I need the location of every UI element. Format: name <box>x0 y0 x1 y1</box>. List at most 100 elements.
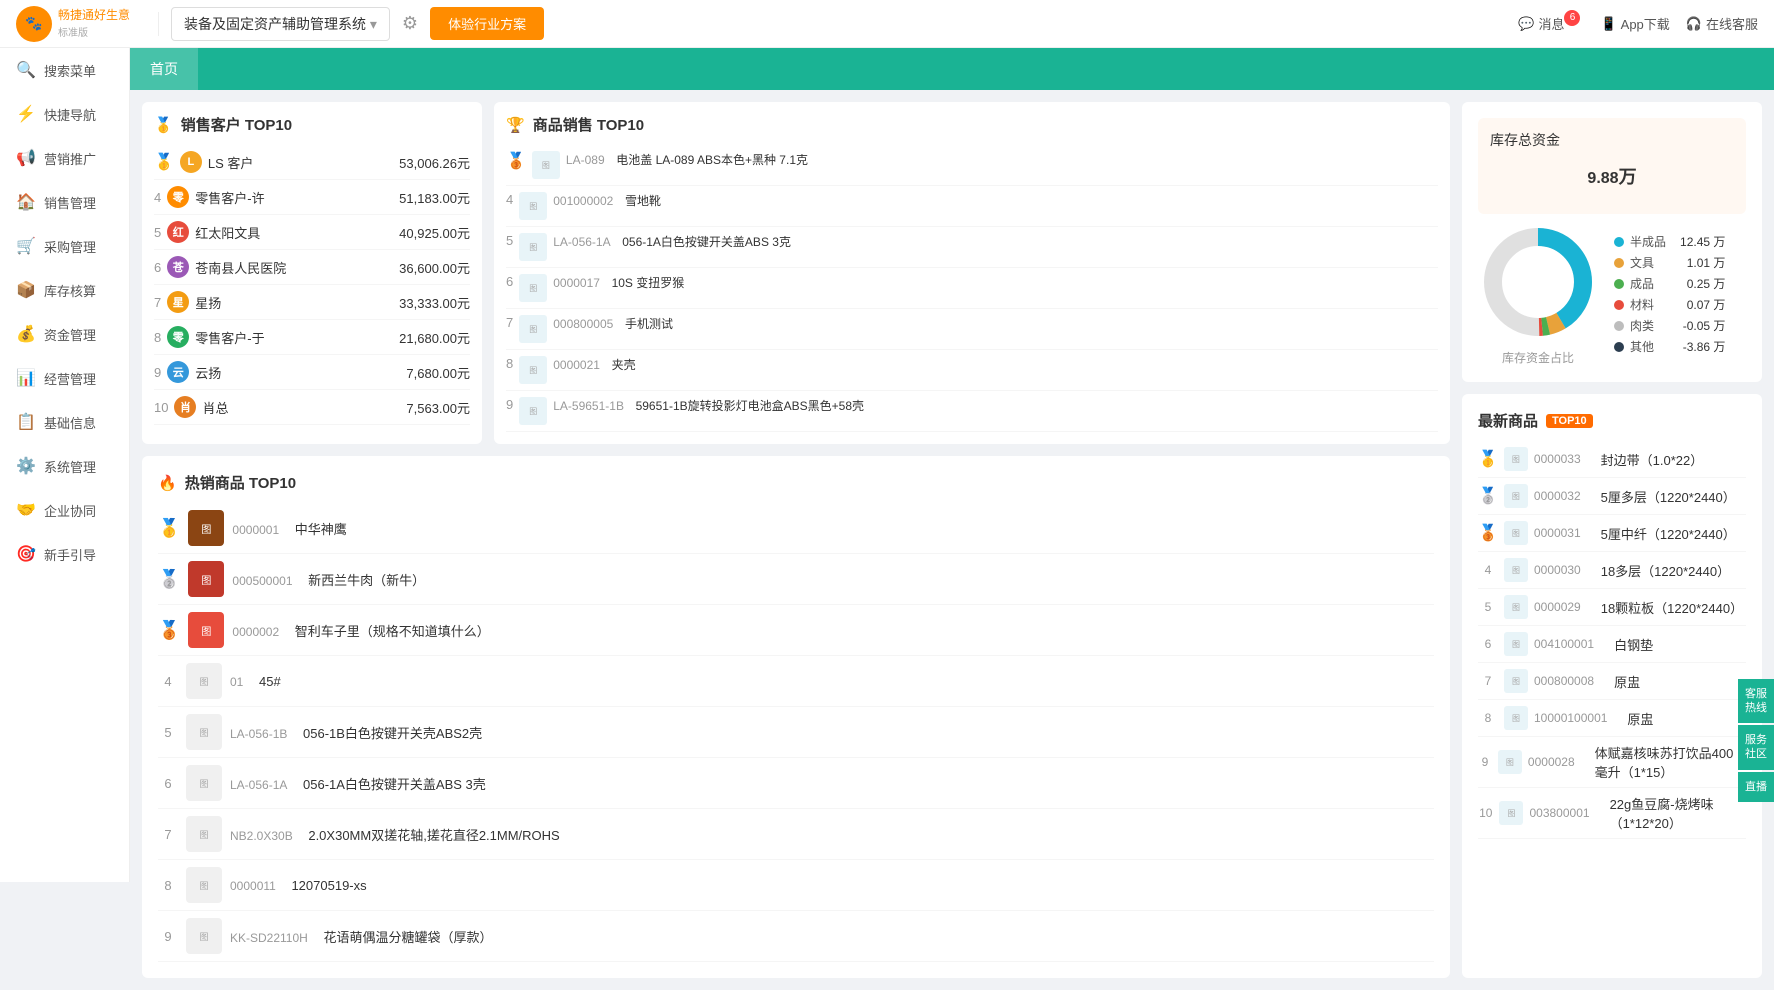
topbar-divider <box>158 12 159 36</box>
sidebar-item-finance[interactable]: 💰 资金管理 <box>0 312 129 356</box>
legend-label: 材料 <box>1630 296 1673 313</box>
product-sales-row[interactable]: 9 图 LA-59651-1B 59651-1B旋转投影灯电池盒ABS黑色+58… <box>506 391 1438 432</box>
new-product-row[interactable]: 8 图 10000100001 原盅 <box>1478 700 1746 737</box>
rank-icon: 7 <box>506 315 513 330</box>
nav-tabs: 首页 <box>0 48 1774 90</box>
new-product-row[interactable]: 10 图 003800001 22g鱼豆腐-烧烤味（1*12*20） <box>1478 788 1746 839</box>
flash-icon: ⚡ <box>16 104 36 124</box>
rank-number: 9 <box>506 397 513 412</box>
silver-medal-icon: 🥈 <box>1478 486 1498 506</box>
hot-product-name: 新西兰牛肉（新牛） <box>308 573 425 588</box>
hot-product-code: 0000001 <box>232 523 279 537</box>
main-content: 🥇 销售客户 TOP10 🥇 L LS 客户 53,006.26元 4 零 零售… <box>130 90 1774 990</box>
customer-list-row[interactable]: 9 云 云扬 7,680.00元 <box>154 355 470 390</box>
rank-icon: 6 <box>154 260 161 275</box>
customer-name: 零售客户-许 <box>195 188 399 207</box>
product-sales-row[interactable]: 7 图 000800005 手机测试 <box>506 309 1438 350</box>
product-name: 10S 变扭罗猴 <box>612 276 685 290</box>
customer-list-row[interactable]: 4 零 零售客户-许 51,183.00元 <box>154 180 470 215</box>
sidebar-item-marketing[interactable]: 📢 营销推广 <box>0 136 129 180</box>
hot-product-info: 01 45# <box>230 674 1434 689</box>
customer-list-row[interactable]: 6 苍 苍南县人民医院 36,600.00元 <box>154 250 470 285</box>
new-product-row[interactable]: 🥇 图 0000033 封边带（1.0*22） <box>1478 441 1746 478</box>
sidebar-item-enterprise[interactable]: 🤝 企业协同 <box>0 488 129 532</box>
online-service-button[interactable]: 🎧 在线客服 <box>1686 14 1758 33</box>
product-info: LA-59651-1B 59651-1B旋转投影灯电池盒ABS黑色+58壳 <box>553 397 1438 414</box>
customer-list-row[interactable]: 5 红 红太阳文具 40,925.00元 <box>154 215 470 250</box>
product-image-placeholder: 图 <box>519 397 547 425</box>
left-panel: 🥇 销售客户 TOP10 🥇 L LS 客户 53,006.26元 4 零 零售… <box>142 102 1450 978</box>
new-product-name: 原盅 <box>1614 672 1640 691</box>
new-product-name: 5厘中纤（1220*2440） <box>1601 524 1736 543</box>
new-product-code: 0000033 <box>1534 452 1581 466</box>
new-products-panel: 最新商品 TOP10 🥇 图 0000033 封边带（1.0*22） 🥈 图 0… <box>1462 394 1762 978</box>
hot-product-row[interactable]: 8 图 0000011 12070519-xs <box>158 860 1434 911</box>
rank-number: 6 <box>158 776 178 791</box>
chevron-down-icon: ▾ <box>370 16 377 32</box>
product-sales-row[interactable]: 4 图 001000002 雪地靴 <box>506 186 1438 227</box>
hot-product-row[interactable]: 6 图 LA-056-1A 056-1A白色按键开关盖ABS 3壳 <box>158 758 1434 809</box>
hot-product-row[interactable]: 🥉 图 0000002 智利车子里（规格不知道填什么） <box>158 605 1434 656</box>
sidebar-item-purchase[interactable]: 🛒 采购管理 <box>0 224 129 268</box>
product-code: LA-59651-1B <box>553 399 624 413</box>
sidebar-item-system[interactable]: ⚙️ 系统管理 <box>0 444 129 488</box>
tab-home[interactable]: 首页 <box>130 48 198 90</box>
bronze-trophy-icon: 🥉 <box>506 153 526 170</box>
donut-container: 库存资金占比 半成品 12.45 万 文具 1.01 万 成品 0.25 万 材… <box>1478 222 1746 366</box>
sidebar-item-quick-nav[interactable]: ⚡ 快捷导航 <box>0 92 129 136</box>
hot-product-row[interactable]: 🥈 图 000500001 新西兰牛肉（新牛） <box>158 554 1434 605</box>
new-product-row[interactable]: 🥉 图 0000031 5厘中纤（1220*2440） <box>1478 515 1746 552</box>
customer-amount: 36,600.00元 <box>399 258 470 277</box>
phone-icon: 📱 <box>1600 16 1616 32</box>
logo: 🐾 畅捷通好生意 标准版 <box>16 6 146 42</box>
hot-product-row[interactable]: 4 图 01 45# <box>158 656 1434 707</box>
sidebar-item-sales[interactable]: 🏠 销售管理 <box>0 180 129 224</box>
customer-amount: 21,680.00元 <box>399 328 470 347</box>
gear-icon[interactable]: ⚙ <box>402 13 418 34</box>
new-product-row[interactable]: 5 图 0000029 18颗粒板（1220*2440） <box>1478 589 1746 626</box>
customer-list-row[interactable]: 10 肖 肖总 7,563.00元 <box>154 390 470 425</box>
hot-product-row[interactable]: 🥇 图 0000001 中华神鹰 <box>158 503 1434 554</box>
customer-name: 零售客户-于 <box>195 328 399 347</box>
cs-hotline-button[interactable]: 客服热线 <box>1738 679 1774 724</box>
product-sales-row[interactable]: 5 图 LA-056-1A 056-1A白色按键开关盖ABS 3克 <box>506 227 1438 268</box>
hot-product-image-placeholder: 图 <box>186 714 222 750</box>
customer-list-row[interactable]: 🥇 L LS 客户 53,006.26元 <box>154 145 470 180</box>
cs-community-button[interactable]: 服务社区 <box>1738 725 1774 770</box>
hot-product-info: 000500001 新西兰牛肉（新牛） <box>232 570 1434 589</box>
hot-product-row[interactable]: 9 图 KK-SD22110H 花语萌偶温分糖罐袋（厚款） <box>158 911 1434 962</box>
trial-button[interactable]: 体验行业方案 <box>430 7 544 40</box>
product-code: 0000017 <box>553 276 600 290</box>
hot-product-row[interactable]: 5 图 LA-056-1B 056-1B白色按键开关壳ABS2壳 <box>158 707 1434 758</box>
hot-product-image: 图 <box>188 612 224 648</box>
sidebar-item-inventory[interactable]: 📦 库存核算 <box>0 268 129 312</box>
new-product-row[interactable]: 4 图 0000030 18多层（1220*2440） <box>1478 552 1746 589</box>
cs-direct-button[interactable]: 直播 <box>1738 772 1774 802</box>
sidebar-item-operations[interactable]: 📊 经营管理 <box>0 356 129 400</box>
customer-list: 🥇 L LS 客户 53,006.26元 4 零 零售客户-许 51,183.0… <box>154 145 470 425</box>
product-sales-row[interactable]: 8 图 0000021 夹壳 <box>506 350 1438 391</box>
rank-number: 5 <box>158 725 178 740</box>
customer-service-panel: 客服热线 服务社区 直播 <box>1738 679 1774 802</box>
hot-product-row[interactable]: 7 图 NB2.0X30B 2.0X30MM双搓花轴,搓花直径2.1MM/ROH… <box>158 809 1434 860</box>
hot-product-code: 000500001 <box>232 574 292 588</box>
top-products-sales-panel: 🏆 商品销售 TOP10 🥉 图 LA-089 电池盖 LA-089 ABS本色… <box>494 102 1450 444</box>
customer-list-row[interactable]: 8 零 零售客户-于 21,680.00元 <box>154 320 470 355</box>
customer-list-row[interactable]: 7 星 星扬 33,333.00元 <box>154 285 470 320</box>
new-product-row[interactable]: 9 图 0000028 体赋嘉核味苏打饮品400毫升（1*15） <box>1478 737 1746 788</box>
app-download-button[interactable]: 📱 App下载 <box>1600 14 1669 33</box>
sidebar-item-guide[interactable]: 🎯 新手引导 <box>0 532 129 576</box>
rank-icon: 7 <box>154 295 161 310</box>
product-sales-row[interactable]: 6 图 0000017 10S 变扭罗猴 <box>506 268 1438 309</box>
product-sales-row[interactable]: 🥉 图 LA-089 电池盖 LA-089 ABS本色+黑种 7.1克 <box>506 145 1438 186</box>
new-product-row[interactable]: 6 图 004100001 白钢垫 <box>1478 626 1746 663</box>
system-title[interactable]: 装备及固定资产辅助管理系统 ▾ <box>171 7 390 41</box>
new-product-row[interactable]: 🥈 图 0000032 5厘多层（1220*2440） <box>1478 478 1746 515</box>
sidebar-item-base-info[interactable]: 📋 基础信息 <box>0 400 129 444</box>
gold-medal-icon: 🥇 <box>158 518 180 539</box>
message-button[interactable]: 💬 消息 6 <box>1518 14 1584 33</box>
new-product-row[interactable]: 7 图 000800008 原盅 <box>1478 663 1746 700</box>
product-info: 0000021 夹壳 <box>553 356 1438 373</box>
hot-product-name: 智利车子里（规格不知道填什么） <box>295 624 490 639</box>
sidebar-item-search[interactable]: 🔍 搜索菜单 <box>0 48 129 92</box>
